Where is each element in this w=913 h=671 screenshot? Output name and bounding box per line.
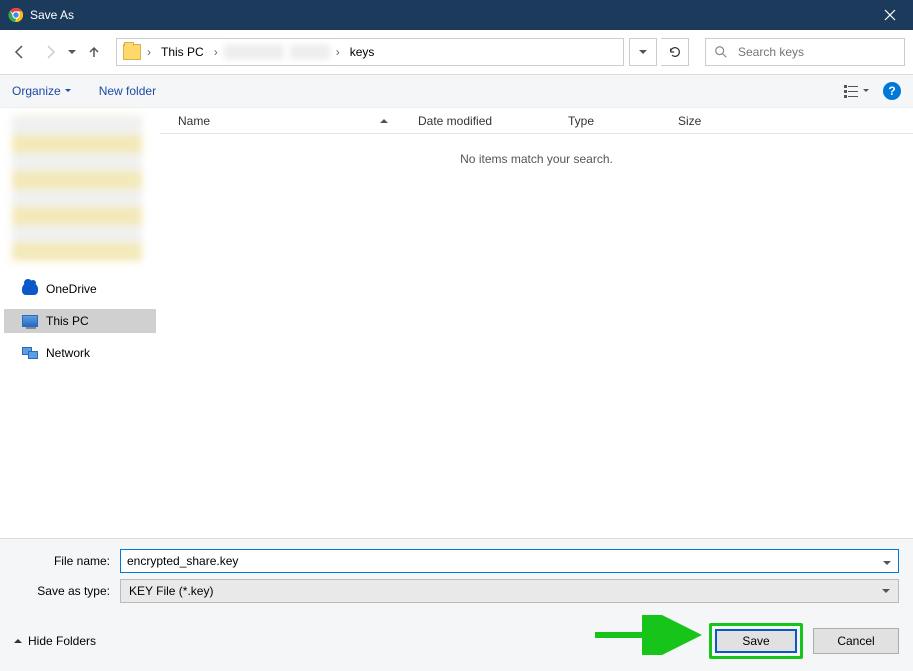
pc-icon bbox=[22, 315, 38, 327]
save-form: File name: Save as type: KEY File (*.key… bbox=[0, 538, 913, 671]
save-button[interactable]: Save bbox=[715, 629, 797, 653]
save-button-highlight: Save bbox=[709, 623, 803, 659]
organize-label: Organize bbox=[12, 84, 61, 98]
save-type-label: Save as type: bbox=[14, 584, 120, 598]
breadcrumb-keys[interactable]: keys bbox=[346, 45, 379, 59]
filename-label: File name: bbox=[14, 554, 120, 568]
address-bar[interactable]: › This PC › › keys bbox=[116, 38, 624, 66]
nav-history-dropdown[interactable] bbox=[68, 50, 76, 58]
sort-asc-icon bbox=[380, 115, 388, 123]
close-button[interactable] bbox=[867, 0, 913, 30]
breadcrumb-redacted-1 bbox=[224, 44, 284, 60]
nav-row: › This PC › › keys bbox=[0, 30, 913, 74]
breadcrumb-sep: › bbox=[147, 45, 151, 59]
refresh-button[interactable] bbox=[661, 38, 689, 66]
nav-tree: OneDrive This PC Network bbox=[0, 108, 160, 538]
nav-up-button[interactable] bbox=[82, 40, 106, 64]
column-headers: Name Date modified Type Size bbox=[160, 108, 913, 134]
help-button[interactable]: ? bbox=[883, 82, 901, 100]
column-size[interactable]: Size bbox=[678, 114, 768, 128]
search-icon bbox=[714, 45, 728, 59]
chevron-down-icon bbox=[639, 50, 647, 58]
titlebar: Save As bbox=[0, 0, 913, 30]
close-icon bbox=[884, 9, 896, 21]
refresh-icon bbox=[668, 45, 682, 59]
search-box[interactable] bbox=[705, 38, 905, 66]
new-folder-label: New folder bbox=[99, 84, 156, 98]
tree-network[interactable]: Network bbox=[4, 341, 156, 365]
content-body: OneDrive This PC Network Name Date modif… bbox=[0, 108, 913, 538]
hide-folders-label: Hide Folders bbox=[28, 634, 96, 648]
chevron-up-icon bbox=[14, 635, 22, 643]
organize-menu[interactable]: Organize bbox=[12, 84, 71, 98]
new-folder-button[interactable]: New folder bbox=[99, 84, 156, 98]
tree-onedrive-label: OneDrive bbox=[46, 282, 97, 296]
save-type-value: KEY File (*.key) bbox=[129, 584, 213, 598]
chevron-down-icon bbox=[65, 89, 71, 95]
nav-forward-button[interactable] bbox=[38, 40, 62, 64]
chevron-down-icon bbox=[863, 89, 869, 95]
arrow-right-icon bbox=[42, 44, 58, 60]
cancel-button[interactable]: Cancel bbox=[813, 628, 899, 654]
tree-network-label: Network bbox=[46, 346, 90, 360]
filename-dropdown-icon[interactable] bbox=[883, 561, 891, 569]
empty-list-message: No items match your search. bbox=[160, 134, 913, 184]
tree-this-pc[interactable]: This PC bbox=[4, 309, 156, 333]
folder-icon bbox=[123, 44, 141, 60]
address-dropdown-button[interactable] bbox=[629, 38, 657, 66]
tree-onedrive[interactable]: OneDrive bbox=[4, 277, 156, 301]
save-type-combo[interactable]: KEY File (*.key) bbox=[120, 579, 899, 603]
column-name[interactable]: Name bbox=[178, 114, 418, 128]
file-list-area: Name Date modified Type Size No items ma… bbox=[160, 108, 913, 538]
breadcrumb-this-pc[interactable]: This PC bbox=[157, 45, 208, 59]
nav-back-button[interactable] bbox=[8, 40, 32, 64]
chrome-icon bbox=[8, 7, 24, 23]
column-date-modified[interactable]: Date modified bbox=[418, 114, 568, 128]
window-title: Save As bbox=[30, 8, 867, 22]
hide-folders-toggle[interactable]: Hide Folders bbox=[14, 634, 96, 648]
breadcrumb-redacted-2 bbox=[290, 44, 330, 60]
cloud-icon bbox=[22, 283, 38, 295]
toolbar: Organize New folder ? bbox=[0, 74, 913, 108]
tree-this-pc-label: This PC bbox=[46, 314, 89, 328]
search-input[interactable] bbox=[736, 44, 896, 60]
filename-input[interactable] bbox=[120, 549, 899, 573]
view-options-button[interactable] bbox=[843, 84, 869, 98]
network-icon bbox=[22, 347, 38, 359]
arrow-left-icon bbox=[12, 44, 28, 60]
column-type[interactable]: Type bbox=[568, 114, 678, 128]
details-view-icon bbox=[843, 84, 859, 98]
arrow-up-icon bbox=[86, 44, 102, 60]
tree-redacted bbox=[12, 116, 142, 261]
